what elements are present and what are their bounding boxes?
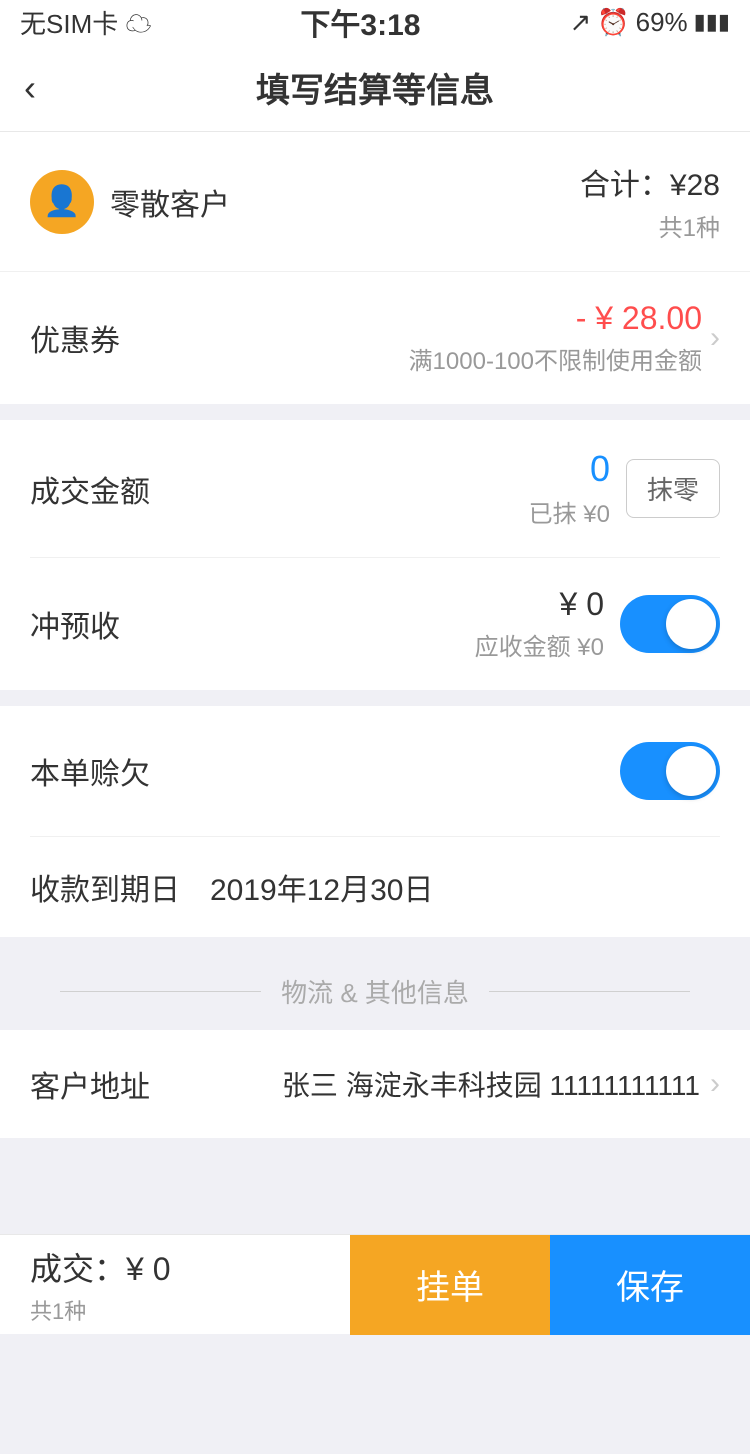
coupon-discount: - ¥ 28.00 [409, 300, 702, 337]
prepay-sub: 应收金额 ¥0 [475, 627, 604, 662]
total-count: 共1种 [580, 208, 720, 243]
battery-label: 69% [636, 7, 688, 38]
transaction-right: 0 已抹 ¥0 抹零 [529, 448, 720, 529]
bottom-bar: 成交：¥ 0 共1种 挂单 保存 [0, 1234, 750, 1334]
coupon-right: - ¥ 28.00 满1000-100不限制使用金额 › [409, 300, 720, 376]
customer-left: 👤 零散客户 [30, 170, 230, 234]
battery-icon: ▮▮▮ [694, 9, 730, 35]
transaction-section: 成交金额 0 已抹 ¥0 抹零 冲预收 ¥ 0 应收金额 ¥0 [0, 420, 750, 690]
back-button[interactable]: ‹ [24, 67, 36, 109]
debt-toggle-knob [666, 746, 716, 796]
divider-section: 物流 & 其他信息 [0, 953, 750, 1030]
prepay-right: ¥ 0 应收金额 ¥0 [475, 586, 720, 662]
transaction-amount[interactable]: 0 [529, 448, 610, 490]
deal-amount: ¥ 0 [126, 1251, 170, 1287]
prepay-row: 冲预收 ¥ 0 应收金额 ¥0 [30, 558, 720, 690]
customer-name: 零散客户 [110, 180, 230, 224]
total-amount: 合计：¥28 [580, 160, 720, 204]
address-chevron-icon: › [710, 1067, 720, 1101]
status-left: 无SIM卡 ☁ [20, 4, 151, 41]
address-section: 客户地址 张三 海淀永丰科技园 11111111111 › [0, 1030, 750, 1138]
duedate-row[interactable]: 收款到期日 2019年12月30日 [30, 836, 720, 937]
debt-row: 本单赊欠 [30, 706, 720, 836]
divider-line-right [489, 991, 690, 992]
deal-label: 成交： [30, 1251, 126, 1287]
duedate-label: 收款到期日 [30, 865, 180, 909]
chevron-right-icon: › [710, 321, 720, 355]
prepay-label: 冲预收 [30, 602, 120, 646]
customer-section: 👤 零散客户 合计：¥28 共1种 优惠券 - ¥ 28.00 满1000-10… [0, 132, 750, 404]
debt-section: 本单赊欠 收款到期日 2019年12月30日 [0, 706, 750, 937]
status-right: ↗ ⏰ 69% ▮▮▮ [569, 7, 730, 38]
prepay-amount: ¥ 0 [475, 586, 604, 623]
address-row[interactable]: 客户地址 张三 海淀永丰科技园 11111111111 › [30, 1030, 720, 1138]
coupon-row[interactable]: 优惠券 - ¥ 28.00 满1000-100不限制使用金额 › [0, 271, 750, 404]
round-zero-button[interactable]: 抹零 [626, 459, 720, 518]
debt-label: 本单赊欠 [30, 749, 150, 793]
divider-line-left [60, 991, 261, 992]
alarm-icon: ⏰ [597, 7, 629, 38]
page-title: 填写结算等信息 [256, 63, 494, 112]
coupon-desc: 满1000-100不限制使用金额 [409, 341, 702, 376]
transaction-sub: 已抹 ¥0 [529, 494, 610, 529]
location-icon: ↗ [569, 7, 591, 38]
status-time: 下午3:18 [300, 0, 420, 44]
debt-toggle[interactable] [620, 742, 720, 800]
customer-row: 👤 零散客户 合计：¥28 共1种 [0, 132, 750, 271]
customer-avatar: 👤 [30, 170, 94, 234]
coupon-label: 优惠券 [30, 316, 120, 360]
amount-input-area: 0 已抹 ¥0 [529, 448, 610, 529]
customer-total: 合计：¥28 共1种 [580, 160, 720, 243]
bottom-info: 成交：¥ 0 共1种 [0, 1244, 350, 1326]
transaction-label: 成交金额 [30, 467, 150, 511]
toggle-knob [666, 599, 716, 649]
transaction-row: 成交金额 0 已抹 ¥0 抹零 [30, 420, 720, 558]
save-button[interactable]: 保存 [550, 1235, 750, 1335]
address-value: 张三 海淀永丰科技园 11111111111 [180, 1064, 700, 1104]
duedate-value: 2019年12月30日 [210, 865, 433, 909]
coupon-value-block: - ¥ 28.00 满1000-100不限制使用金额 [409, 300, 702, 376]
hang-button[interactable]: 挂单 [350, 1235, 550, 1335]
bottom-count: 共1种 [30, 1294, 320, 1326]
bottom-deal-row: 成交：¥ 0 [30, 1244, 320, 1290]
address-label: 客户地址 [30, 1062, 150, 1106]
nav-bar: ‹ 填写结算等信息 [0, 44, 750, 132]
status-bar: 无SIM卡 ☁ 下午3:18 ↗ ⏰ 69% ▮▮▮ [0, 0, 750, 44]
sim-status: 无SIM卡 ☁ [20, 4, 151, 41]
divider-label: 物流 & 其他信息 [281, 973, 469, 1010]
prepay-toggle[interactable] [620, 595, 720, 653]
prepay-value-block: ¥ 0 应收金额 ¥0 [475, 586, 604, 662]
avatar-icon: 👤 [43, 184, 80, 219]
